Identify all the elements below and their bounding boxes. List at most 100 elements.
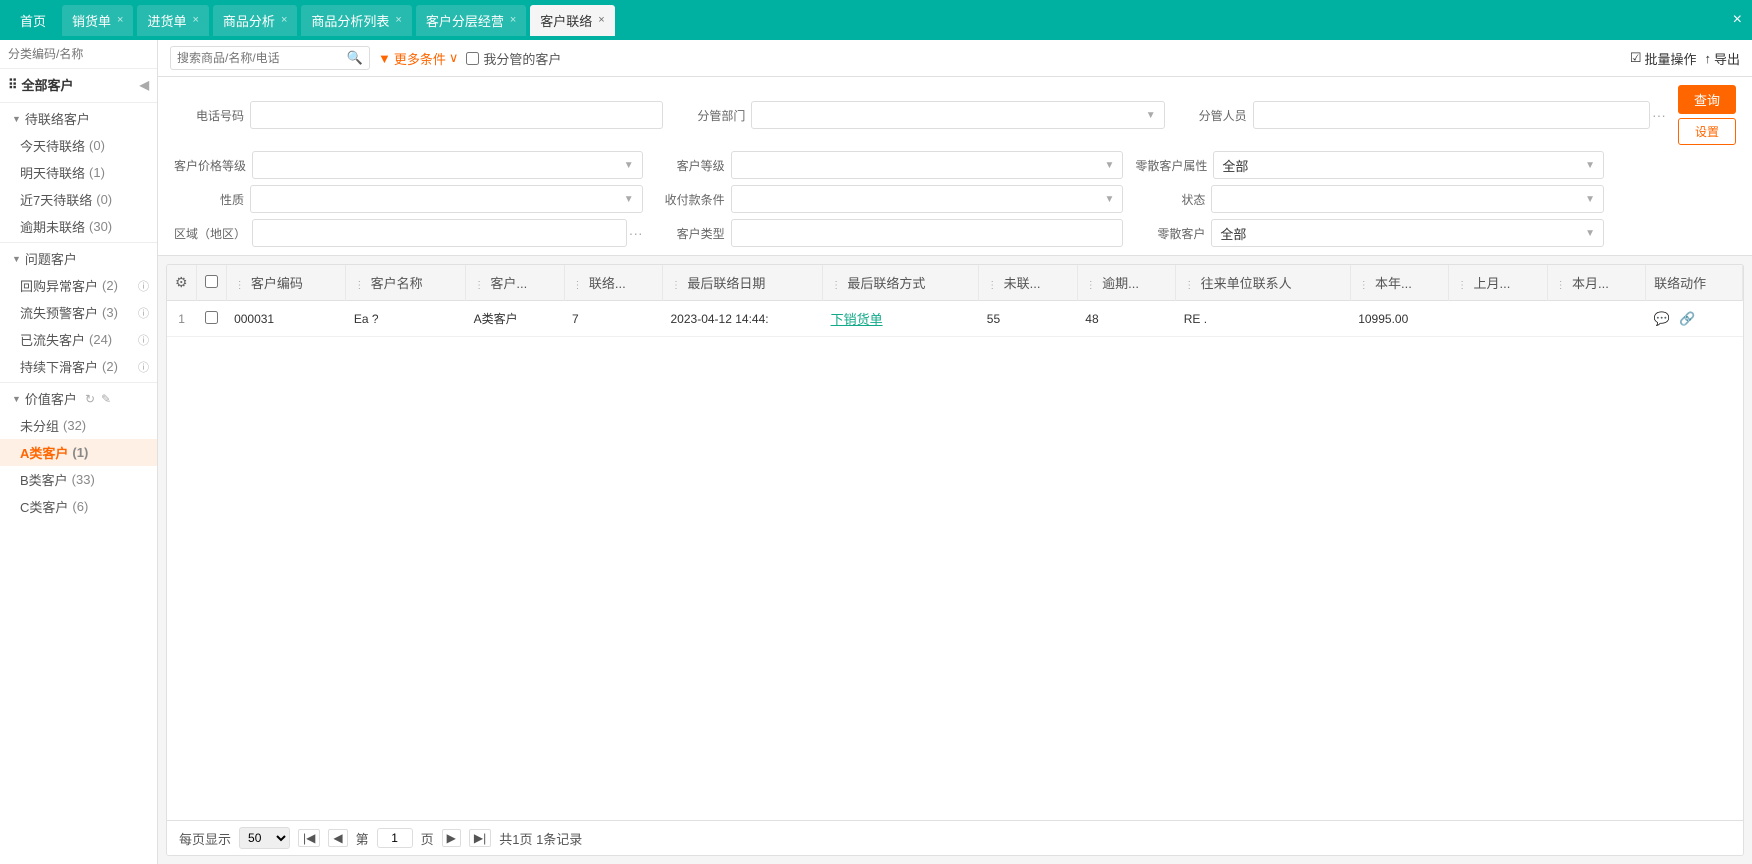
adv-input-custtype[interactable]	[731, 219, 1124, 247]
adv-select-payment[interactable]: ▼	[731, 185, 1124, 213]
my-customers-checkbox[interactable]	[466, 52, 479, 65]
sidebar-item-declining[interactable]: 持续下滑客户 (2) ⓘ	[0, 353, 157, 380]
chat-icon[interactable]: 💬	[1654, 311, 1670, 326]
close-icon[interactable]: ×	[598, 14, 604, 26]
adv-select-pricelevel[interactable]: ▼	[252, 151, 643, 179]
next-page-btn[interactable]: ▶	[442, 829, 461, 847]
settings-button[interactable]: 设置	[1678, 118, 1736, 145]
sidebar-group-value[interactable]: ▼ 价值客户 ↻ ✎	[0, 385, 157, 412]
adv-select-status[interactable]: ▼	[1211, 185, 1604, 213]
dots-icon[interactable]: ···	[629, 225, 643, 241]
adv-select-scatter[interactable]: 全部 ▼	[1211, 219, 1604, 247]
adv-input-region[interactable]	[252, 219, 627, 247]
sidebar-item-class-a[interactable]: A类客户 (1)	[0, 439, 157, 466]
sidebar-item-unsorted[interactable]: 未分组 (32)	[0, 412, 157, 439]
sort-handle-icon[interactable]: ⋮	[1184, 280, 1194, 291]
divider	[0, 382, 157, 383]
sort-handle-icon[interactable]: ⋮	[573, 280, 583, 291]
nav-tab-analysis[interactable]: 商品分析 ×	[213, 5, 297, 36]
nav-home[interactable]: 首页	[8, 5, 58, 36]
sort-handle-icon[interactable]: ⋮	[235, 280, 245, 291]
sort-handle-icon[interactable]: ⋮	[831, 280, 841, 291]
select-all-checkbox[interactable]	[205, 275, 218, 288]
main-layout: 🔍 ⠿ 全部客户 ◀ ▼ 待联络客户 今天待联络 (0) 明天待联络 (1) 近…	[0, 40, 1752, 864]
sidebar-item-7days[interactable]: 近7天待联络 (0)	[0, 186, 157, 213]
adv-label-nature: 性质	[174, 191, 244, 208]
top-navigation: 首页 销货单 × 进货单 × 商品分析 × 商品分析列表 × 客户分层经营 × …	[0, 0, 1752, 40]
last-page-btn[interactable]: ▶|	[469, 829, 491, 847]
sort-handle-icon[interactable]: ⋮	[1556, 280, 1566, 291]
export-btn[interactable]: ↑ 导出	[1704, 49, 1740, 68]
col-code-label: 客户编码	[251, 276, 303, 291]
item-label: 未分组	[20, 416, 59, 435]
sort-handle-icon[interactable]: ⋮	[354, 280, 364, 291]
item-badge: (0)	[96, 192, 112, 207]
nav-tab-customersegment[interactable]: 客户分层经营 ×	[416, 5, 526, 36]
adv-label-custtype: 客户类型	[655, 225, 725, 242]
nav-tab-label: 客户分层经营	[426, 11, 504, 30]
sort-handle-icon[interactable]: ⋮	[1359, 280, 1369, 291]
sort-handle-icon[interactable]: ⋮	[1086, 280, 1096, 291]
edit-icon[interactable]: ✎	[101, 392, 111, 406]
nav-tab-analysislist[interactable]: 商品分析列表 ×	[301, 5, 411, 36]
close-icon[interactable]: ×	[395, 14, 401, 26]
refresh-icon[interactable]: ↻	[85, 392, 95, 406]
close-icon[interactable]: ×	[281, 14, 287, 26]
sidebar-item-repurchase[interactable]: 回购异常客户 (2) ⓘ	[0, 272, 157, 299]
page-input[interactable]: 1	[377, 828, 413, 848]
adv-select-dept[interactable]: ▼	[751, 101, 1164, 129]
divider	[0, 242, 157, 243]
adv-input-phone[interactable]	[250, 101, 663, 129]
gear-icon[interactable]: ⚙	[175, 274, 188, 290]
nav-tab-customercontact[interactable]: 客户联络 ×	[530, 5, 614, 36]
sidebar-search-input[interactable]	[8, 47, 158, 61]
adv-select-scatterattr[interactable]: 全部 ▼	[1213, 151, 1604, 179]
my-customers-checkbox-group: 我分管的客户	[466, 49, 561, 68]
first-page-btn[interactable]: |◀	[298, 829, 320, 847]
adv-select-nature[interactable]: ▼	[250, 185, 643, 213]
close-icon[interactable]: ×	[192, 14, 198, 26]
global-close-icon[interactable]: ×	[1733, 11, 1742, 29]
sidebar-item-overdue[interactable]: 逾期未联络 (30)	[0, 213, 157, 240]
adv-select-custlevel[interactable]: ▼	[731, 151, 1124, 179]
sort-handle-icon[interactable]: ⋮	[987, 280, 997, 291]
col-lastdate: ⋮ 最后联络日期	[663, 265, 823, 301]
batch-op-btn[interactable]: ☑ 批量操作	[1630, 49, 1697, 68]
close-icon[interactable]: ×	[117, 14, 123, 26]
group-label: 问题客户	[25, 249, 77, 268]
per-page-select[interactable]: 50 100 200	[239, 827, 290, 849]
sidebar-all-customers[interactable]: ⠿ 全部客户 ◀	[0, 69, 157, 100]
sort-handle-icon[interactable]: ⋮	[474, 280, 484, 291]
query-button[interactable]: 查询	[1678, 85, 1736, 114]
sidebar-item-tomorrow[interactable]: 明天待联络 (1)	[0, 159, 157, 186]
col-contact: ⋮ 联络...	[564, 265, 662, 301]
prev-page-btn[interactable]: ◀	[328, 829, 347, 847]
last-method-link[interactable]: 下销货单	[831, 312, 883, 327]
sidebar-item-class-c[interactable]: C类客户 (6)	[0, 493, 157, 520]
sort-handle-icon[interactable]: ⋮	[1457, 280, 1467, 291]
nav-tab-purchaseorder[interactable]: 进货单 ×	[137, 5, 208, 36]
link-icon[interactable]: 🔗	[1679, 311, 1695, 326]
row-checkbox[interactable]	[205, 311, 218, 324]
info-icon: ⓘ	[138, 332, 149, 348]
sidebar-group-pending[interactable]: ▼ 待联络客户	[0, 105, 157, 132]
filter-search-icon[interactable]: 🔍	[347, 50, 363, 66]
sidebar-group-problem[interactable]: ▼ 问题客户	[0, 245, 157, 272]
sidebar-item-churnwarning[interactable]: 流失预警客户 (3) ⓘ	[0, 299, 157, 326]
collapse-icon[interactable]: ◀	[140, 78, 149, 92]
sidebar-item-churned[interactable]: 已流失客户 (24) ⓘ	[0, 326, 157, 353]
filter-more-btn[interactable]: ▼ 更多条件 ∨	[378, 49, 458, 68]
close-icon[interactable]: ×	[510, 14, 516, 26]
sidebar-item-today[interactable]: 今天待联络 (0)	[0, 132, 157, 159]
col-contact-label: 联络...	[589, 276, 626, 291]
item-label: 持续下滑客户	[20, 357, 98, 376]
dots-icon[interactable]: ···	[1652, 107, 1666, 123]
adv-label-scatter: 零散客户	[1135, 225, 1205, 242]
adv-input-person[interactable]	[1253, 101, 1650, 129]
nav-tab-salesorder[interactable]: 销货单 ×	[62, 5, 133, 36]
total-label: 共1页 1条记录	[499, 829, 582, 848]
sidebar-item-class-b[interactable]: B类客户 (33)	[0, 466, 157, 493]
table-scroll[interactable]: ⚙ ⋮ 客户编码 ⋮ 客户名称	[167, 265, 1743, 820]
filter-search-input[interactable]	[177, 51, 343, 65]
sort-handle-icon[interactable]: ⋮	[671, 280, 681, 291]
